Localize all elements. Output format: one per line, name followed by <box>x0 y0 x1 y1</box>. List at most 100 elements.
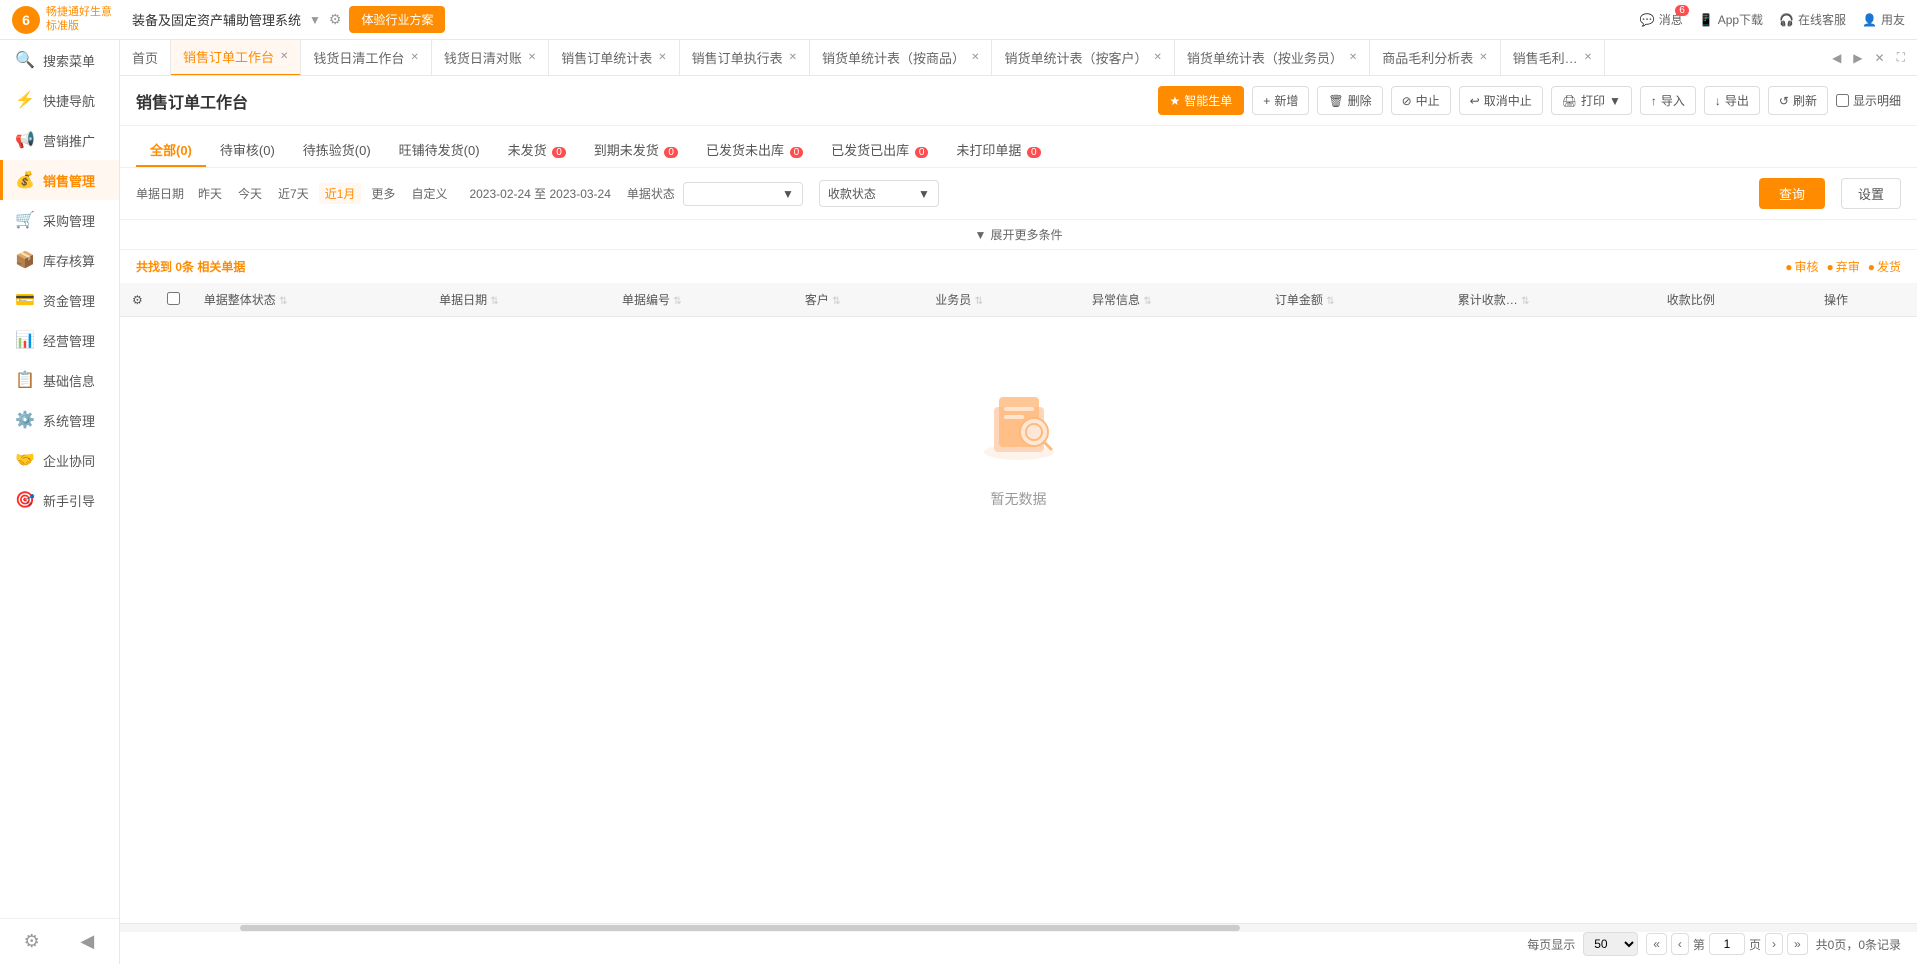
settings-icon[interactable]: ⚙ <box>329 11 342 28</box>
tab-sales-margin-close[interactable]: ✕ <box>1584 52 1592 63</box>
sub-tab-pending-review[interactable]: 待审核(0) <box>206 134 289 167</box>
col-collected-sort[interactable]: ⇅ <box>1521 296 1529 307</box>
sidebar-item-finance[interactable]: 💳 资金管理 <box>0 280 119 320</box>
date-opt-custom[interactable]: 自定义 <box>405 183 453 204</box>
sidebar-item-marketing[interactable]: 📢 营销推广 <box>0 120 119 160</box>
tab-daily-clear-close[interactable]: ✕ <box>410 52 418 63</box>
tab-sales-product[interactable]: 销货单统计表（按商品） ✕ <box>810 40 992 76</box>
sub-tab-overdue-unshipped[interactable]: 到期未发货 0 <box>580 134 692 167</box>
stop-btn[interactable]: ⊘ 中止 <box>1391 86 1451 115</box>
first-page-btn[interactable]: « <box>1646 933 1667 955</box>
col-abnormal-sort[interactable]: ⇅ <box>1143 296 1151 307</box>
sidebar-collapse-btn[interactable]: ◀ <box>64 927 112 956</box>
cart-icon: 🛒 <box>15 210 35 230</box>
col-number-sort[interactable]: ⇅ <box>673 296 681 307</box>
tab-gross-profit-close[interactable]: ✕ <box>1479 52 1487 63</box>
sidebar-item-operations[interactable]: 📊 经营管理 <box>0 320 119 360</box>
date-opt-yesterday[interactable]: 昨天 <box>192 183 228 204</box>
sub-tab-unprinted[interactable]: 未打印单据 0 <box>942 134 1054 167</box>
tab-daily-clear[interactable]: 钱货日清工作台 ✕ <box>301 40 431 76</box>
col-salesperson-sort[interactable]: ⇅ <box>975 296 983 307</box>
tab-sales-staff[interactable]: 销货单统计表（按业务员） ✕ <box>1175 40 1370 76</box>
sub-tab-shipped-out[interactable]: 已发货已出库 0 <box>817 134 942 167</box>
tab-next-icon[interactable]: ▶ <box>1849 47 1866 69</box>
sidebar-item-sales[interactable]: 💰 销售管理 <box>0 160 119 200</box>
print-btn[interactable]: 🖨 打印 ▼ <box>1551 86 1632 115</box>
tab-sales-stats-close[interactable]: ✕ <box>658 52 666 63</box>
date-opt-more[interactable]: 更多 <box>365 183 401 204</box>
tab-sales-margin[interactable]: 销售毛利… ✕ <box>1501 40 1605 76</box>
prev-page-btn[interactable]: ‹ <box>1671 933 1689 955</box>
tab-reconcile[interactable]: 钱货日清对账 ✕ <box>432 40 549 76</box>
col-status-sort[interactable]: ⇅ <box>279 296 287 307</box>
sub-tab-wangpu-ship[interactable]: 旺铺待发货(0) <box>385 134 494 167</box>
message-icon-group[interactable]: 💬 消息 6 <box>1640 11 1683 28</box>
status-select[interactable]: ▼ <box>683 182 803 206</box>
page-size-select[interactable]: 50 10 20 100 <box>1583 932 1638 956</box>
payment-status-select[interactable]: 收款状态 ▼ <box>819 180 939 207</box>
add-btn[interactable]: + 新增 <box>1252 86 1309 115</box>
sidebar-item-basic-info[interactable]: 📋 基础信息 <box>0 360 119 400</box>
sidebar-item-guide[interactable]: 🎯 新手引导 <box>0 480 119 520</box>
column-settings-icon[interactable]: ⚙ <box>132 293 143 307</box>
query-btn[interactable]: 查询 <box>1759 178 1825 209</box>
next-page-btn[interactable]: › <box>1765 933 1783 955</box>
tab-prev-icon[interactable]: ◀ <box>1828 47 1845 69</box>
cancel-stop-btn[interactable]: ↩ 取消中止 <box>1459 86 1543 115</box>
horizontal-scrollbar[interactable] <box>120 924 1917 932</box>
user-group[interactable]: 👤 用友 <box>1862 11 1905 28</box>
sub-tab-all[interactable]: 全部(0) <box>136 134 206 167</box>
tab-reconcile-close[interactable]: ✕ <box>528 52 536 63</box>
expand-conditions-btn[interactable]: ▼ 展开更多条件 <box>975 226 1063 243</box>
col-customer-sort[interactable]: ⇅ <box>832 296 840 307</box>
col-date-sort[interactable]: ⇅ <box>490 296 498 307</box>
tab-gross-profit[interactable]: 商品毛利分析表 ✕ <box>1370 40 1500 76</box>
import-btn[interactable]: ↑ 导入 <box>1640 86 1696 115</box>
online-service-group[interactable]: 🎧 在线客服 <box>1779 11 1846 28</box>
sidebar-item-system[interactable]: ⚙️ 系统管理 <box>0 400 119 440</box>
tab-sales-product-close[interactable]: ✕ <box>971 52 979 63</box>
last-page-btn[interactable]: » <box>1787 933 1808 955</box>
date-opt-7days[interactable]: 近7天 <box>272 183 315 204</box>
export-btn[interactable]: ↓ 导出 <box>1704 86 1760 115</box>
tab-sales-customer[interactable]: 销货单统计表（按客户） ✕ <box>992 40 1174 76</box>
sub-tab-unshipped[interactable]: 未发货 0 <box>494 134 580 167</box>
date-opt-today[interactable]: 今天 <box>232 183 268 204</box>
sidebar-item-search[interactable]: 🔍 搜索菜单 <box>0 40 119 80</box>
sidebar-item-enterprise[interactable]: 🤝 企业协同 <box>0 440 119 480</box>
sidebar-item-quick-nav[interactable]: ⚡ 快捷导航 <box>0 80 119 120</box>
tab-sales-stats[interactable]: 销售订单统计表 ✕ <box>549 40 679 76</box>
tab-sales-exec-close[interactable]: ✕ <box>789 52 797 63</box>
tab-home[interactable]: 首页 <box>120 40 171 76</box>
date-opt-1month[interactable]: 近1月 <box>319 183 362 204</box>
show-detail-label[interactable]: 显示明细 <box>1836 92 1901 109</box>
sidebar-settings-btn[interactable]: ⚙ <box>8 927 56 956</box>
online-service-label: 在线客服 <box>1798 11 1846 28</box>
sidebar-item-inventory[interactable]: 📦 库存核算 <box>0 240 119 280</box>
smart-generate-btn[interactable]: ★ 智能生单 <box>1158 86 1245 115</box>
show-detail-checkbox[interactable] <box>1836 94 1849 107</box>
delete-btn[interactable]: 🗑 删除 <box>1317 86 1382 115</box>
expand-icon[interactable]: ▼ <box>309 13 321 27</box>
refresh-btn[interactable]: ↺ 刷新 <box>1768 86 1828 115</box>
user-label: 用友 <box>1881 11 1905 28</box>
sub-tab-shipped-not-out[interactable]: 已发货未出库 0 <box>692 134 817 167</box>
tab-fullscreen-icon[interactable]: ⛶ <box>1893 46 1909 69</box>
industry-solution-btn[interactable]: 体验行业方案 <box>349 6 445 33</box>
col-amount-sort[interactable]: ⇅ <box>1326 296 1334 307</box>
page-input[interactable] <box>1709 933 1745 955</box>
tab-sales-order-workbench[interactable]: 销售订单工作台 ✕ <box>171 40 301 76</box>
sub-tab-pending-inspect[interactable]: 待拣验货(0) <box>289 134 385 167</box>
tab-close-all-icon[interactable]: ✕ <box>1871 47 1889 69</box>
ship-action-btn[interactable]: ● 发货 <box>1868 258 1901 275</box>
tab-sales-customer-close[interactable]: ✕ <box>1153 52 1161 63</box>
tab-sales-exec[interactable]: 销售订单执行表 ✕ <box>680 40 810 76</box>
unreview-action-btn[interactable]: ● 弃审 <box>1826 258 1859 275</box>
sidebar-item-purchase[interactable]: 🛒 采购管理 <box>0 200 119 240</box>
select-all-checkbox[interactable] <box>167 292 180 305</box>
tab-sales-order-workbench-close[interactable]: ✕ <box>280 51 288 62</box>
review-action-btn[interactable]: ● 审核 <box>1785 258 1818 275</box>
app-download-group[interactable]: 📱 App下载 <box>1699 11 1763 28</box>
settings-btn[interactable]: 设置 <box>1841 178 1901 209</box>
tab-sales-staff-close[interactable]: ✕ <box>1349 52 1357 63</box>
